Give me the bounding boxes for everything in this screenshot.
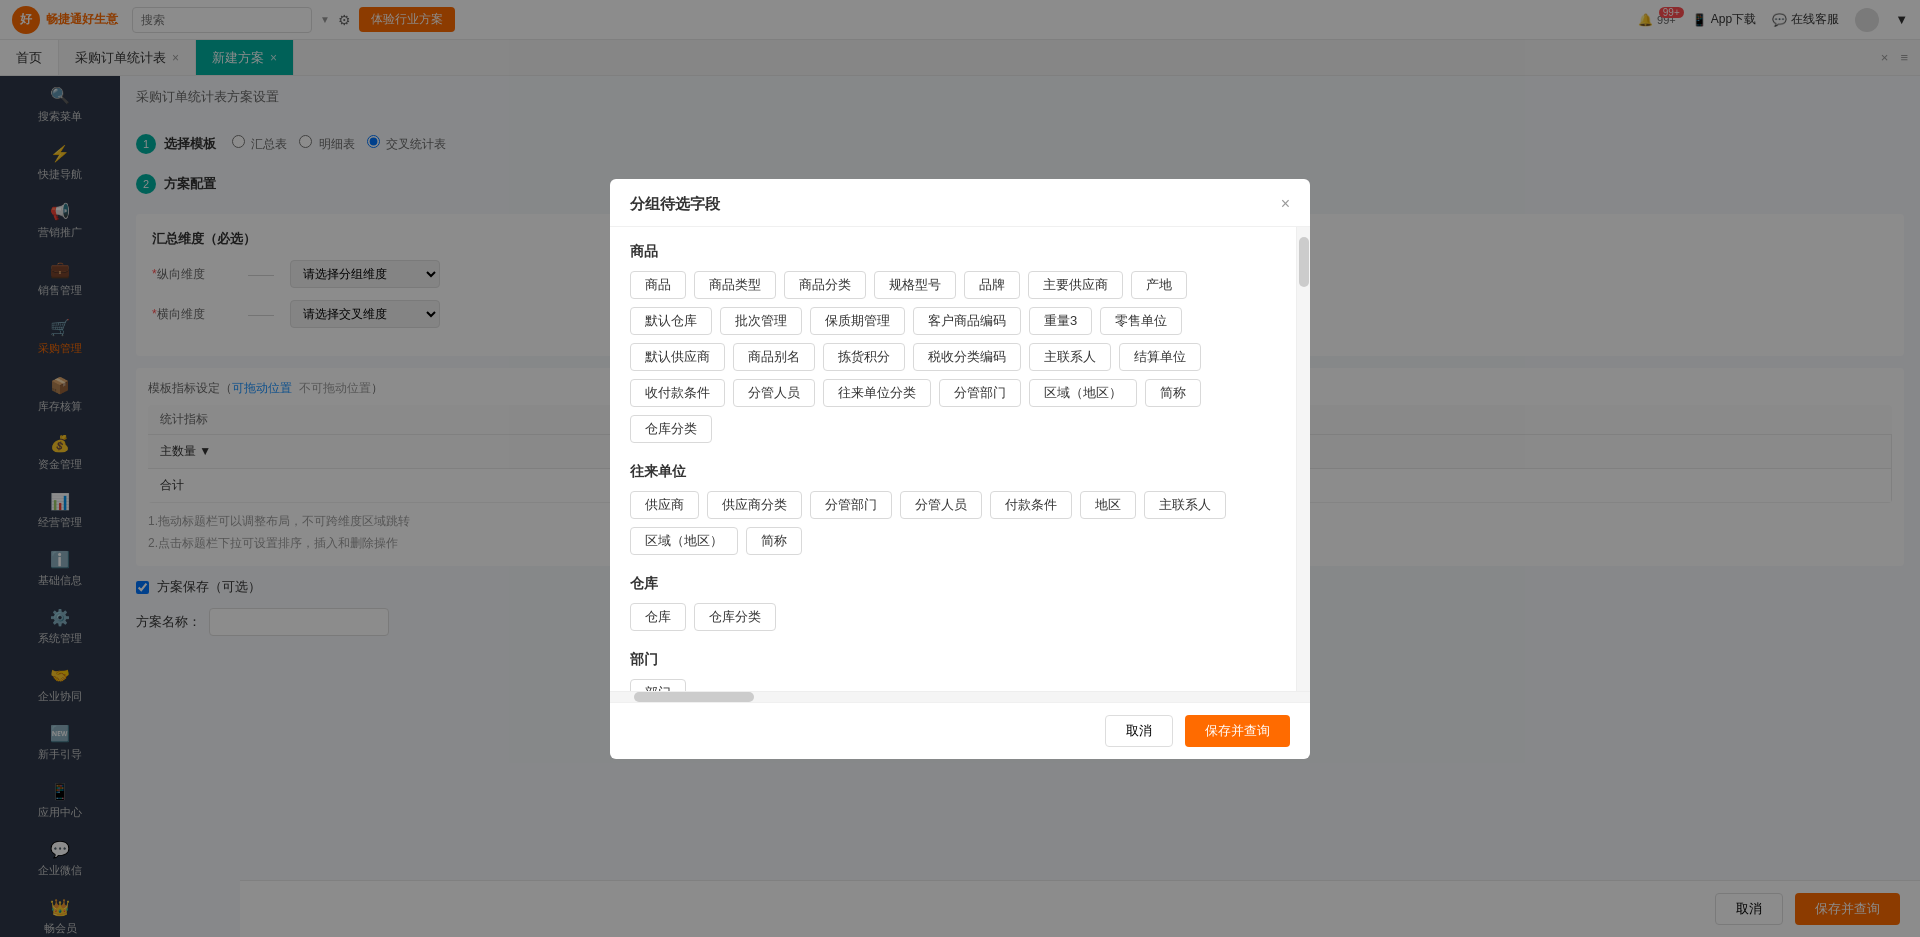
field-tag-1-0[interactable]: 供应商 (630, 491, 699, 519)
field-tag-0-4[interactable]: 品牌 (964, 271, 1020, 299)
field-tag-3-0[interactable]: 部门 (630, 679, 686, 691)
modal-close-icon[interactable]: × (1281, 195, 1290, 213)
field-group-0: 商品商品商品类型商品分类规格型号品牌主要供应商产地默认仓库批次管理保质期管理客户… (630, 243, 1276, 443)
modal-cancel-button[interactable]: 取消 (1105, 715, 1173, 747)
field-tag-2-0[interactable]: 仓库 (630, 603, 686, 631)
field-group-1: 往来单位供应商供应商分类分管部门分管人员付款条件地区主联系人区域（地区） 简称 (630, 463, 1276, 555)
field-tag-0-0[interactable]: 商品 (630, 271, 686, 299)
field-tags-2: 仓库仓库分类 (630, 603, 1276, 631)
modal-confirm-button[interactable]: 保存并查询 (1185, 715, 1290, 747)
field-tag-0-13[interactable]: 默认供应商 (630, 343, 725, 371)
field-tag-0-24[interactable]: 简称 (1145, 379, 1201, 407)
field-tag-2-1[interactable]: 仓库分类 (694, 603, 776, 631)
field-tag-1-1[interactable]: 供应商分类 (707, 491, 802, 519)
field-group-title-0: 商品 (630, 243, 1276, 261)
field-tag-0-5[interactable]: 主要供应商 (1028, 271, 1123, 299)
modal-footer: 取消 保存并查询 (610, 702, 1310, 759)
field-tag-0-9[interactable]: 保质期管理 (810, 307, 905, 335)
scrollbar-thumb[interactable] (1299, 237, 1309, 287)
field-tags-3: 部门 (630, 679, 1276, 691)
field-tags-1: 供应商供应商分类分管部门分管人员付款条件地区主联系人区域（地区） 简称 (630, 491, 1276, 555)
modal-title: 分组待选字段 (630, 195, 720, 214)
field-tag-1-2[interactable]: 分管部门 (810, 491, 892, 519)
field-tag-0-18[interactable]: 结算单位 (1119, 343, 1201, 371)
field-tag-0-6[interactable]: 产地 (1131, 271, 1187, 299)
field-group-title-1: 往来单位 (630, 463, 1276, 481)
field-group-title-3: 部门 (630, 651, 1276, 669)
modal-dialog: 分组待选字段 × 商品商品商品类型商品分类规格型号品牌主要供应商产地默认仓库批次… (610, 179, 1310, 759)
field-tag-1-5[interactable]: 地区 (1080, 491, 1136, 519)
modal-body: 商品商品商品类型商品分类规格型号品牌主要供应商产地默认仓库批次管理保质期管理客户… (610, 227, 1296, 691)
h-scrollbar-thumb (634, 692, 754, 702)
field-tag-1-4[interactable]: 付款条件 (990, 491, 1072, 519)
field-tag-0-15[interactable]: 拣货积分 (823, 343, 905, 371)
field-tag-1-6[interactable]: 主联系人 (1144, 491, 1226, 519)
field-tag-0-10[interactable]: 客户商品编码 (913, 307, 1021, 335)
field-tag-0-23[interactable]: 区域（地区） (1029, 379, 1137, 407)
field-tag-0-16[interactable]: 税收分类编码 (913, 343, 1021, 371)
field-tags-0: 商品商品类型商品分类规格型号品牌主要供应商产地默认仓库批次管理保质期管理客户商品… (630, 271, 1276, 443)
field-tag-0-20[interactable]: 分管人员 (733, 379, 815, 407)
field-group-2: 仓库仓库仓库分类 (630, 575, 1276, 631)
field-tag-1-3[interactable]: 分管人员 (900, 491, 982, 519)
field-tag-0-22[interactable]: 分管部门 (939, 379, 1021, 407)
field-tag-0-19[interactable]: 收付款条件 (630, 379, 725, 407)
field-tag-0-8[interactable]: 批次管理 (720, 307, 802, 335)
modal-header: 分组待选字段 × (610, 179, 1310, 227)
horizontal-scrollbar[interactable] (610, 691, 1310, 702)
field-group-title-2: 仓库 (630, 575, 1276, 593)
field-group-3: 部门部门 (630, 651, 1276, 691)
field-tag-0-3[interactable]: 规格型号 (874, 271, 956, 299)
field-tag-0-11[interactable]: 重量3 (1029, 307, 1092, 335)
field-tag-0-1[interactable]: 商品类型 (694, 271, 776, 299)
field-tag-0-17[interactable]: 主联系人 (1029, 343, 1111, 371)
field-tag-0-12[interactable]: 零售单位 (1100, 307, 1182, 335)
modal-overlay: 分组待选字段 × 商品商品商品类型商品分类规格型号品牌主要供应商产地默认仓库批次… (0, 0, 1920, 937)
field-tag-0-14[interactable]: 商品别名 (733, 343, 815, 371)
field-tag-0-2[interactable]: 商品分类 (784, 271, 866, 299)
field-tag-1-8[interactable]: 简称 (746, 527, 802, 555)
modal-content-area: 商品商品商品类型商品分类规格型号品牌主要供应商产地默认仓库批次管理保质期管理客户… (610, 227, 1310, 691)
field-tag-1-7[interactable]: 区域（地区） (630, 527, 738, 555)
field-tag-0-7[interactable]: 默认仓库 (630, 307, 712, 335)
field-tag-0-21[interactable]: 往来单位分类 (823, 379, 931, 407)
vertical-scrollbar[interactable] (1296, 227, 1310, 691)
field-tag-0-25[interactable]: 仓库分类 (630, 415, 712, 443)
